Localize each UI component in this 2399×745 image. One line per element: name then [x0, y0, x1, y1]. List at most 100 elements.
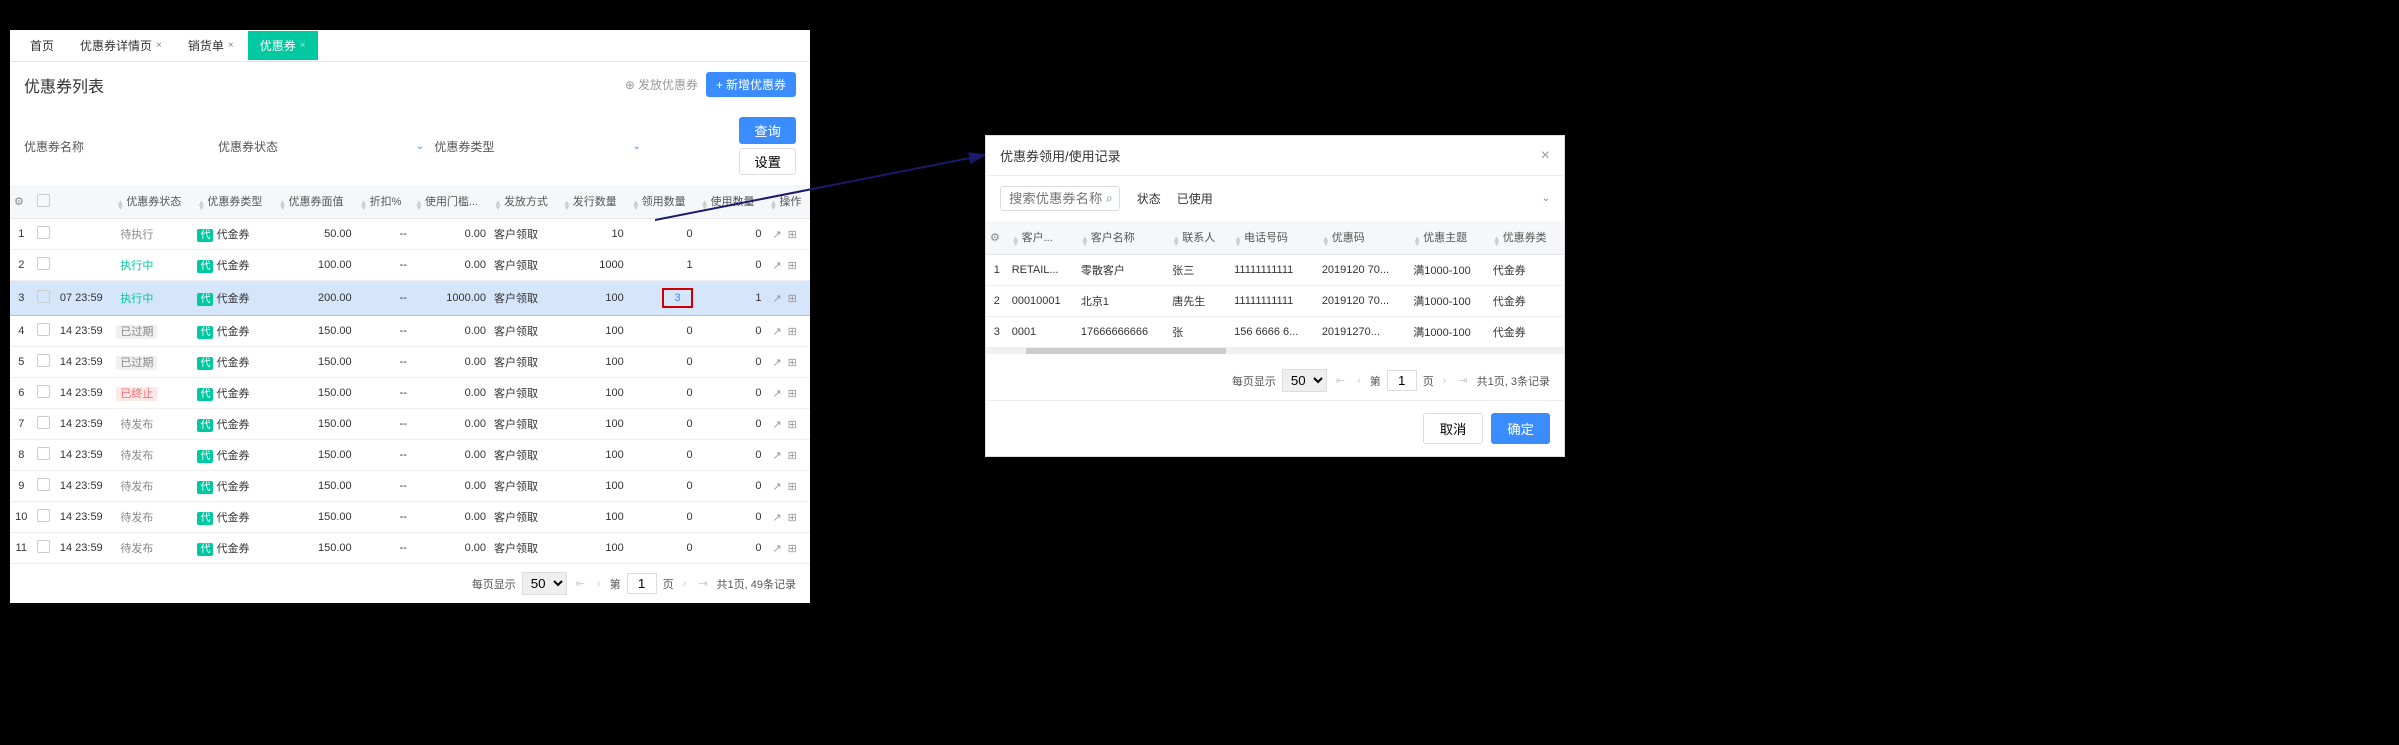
row-checkbox[interactable]	[37, 354, 50, 367]
claimed[interactable]: 0	[628, 316, 697, 347]
table-row[interactable]: 10 14 23:59 待发布 代代金券 150.00 -- 0.00 客户领取…	[10, 502, 810, 533]
page-prev-icon[interactable]: ‹	[1354, 375, 1364, 387]
column-header[interactable]	[33, 185, 56, 219]
sort-icon[interactable]: ▲▼	[1234, 236, 1242, 246]
table-row[interactable]: 5 14 23:59 已过期 代代金券 150.00 -- 0.00 客户领取 …	[10, 347, 810, 378]
table-row[interactable]: 6 14 23:59 已终止 代代金券 150.00 -- 0.00 客户领取 …	[10, 378, 810, 409]
distribute-coupon-link[interactable]: ⊕ 发放优惠券	[625, 76, 698, 93]
qr-icon[interactable]: ⊞	[788, 326, 797, 338]
table-row[interactable]: 7 14 23:59 待发布 代代金券 150.00 -- 0.00 客户领取 …	[10, 409, 810, 440]
page-input[interactable]	[627, 573, 657, 594]
column-header[interactable]	[56, 185, 113, 219]
column-header[interactable]: ▲▼优惠券状态	[112, 185, 193, 219]
sort-icon[interactable]: ▲▼	[197, 200, 205, 210]
cancel-button[interactable]: 取消	[1423, 413, 1484, 444]
settings-button[interactable]: 设置	[739, 148, 796, 175]
column-header[interactable]: ⚙	[10, 185, 33, 219]
sort-icon[interactable]: ▲▼	[415, 200, 423, 210]
column-header[interactable]: ▲▼使用数量	[697, 185, 766, 219]
share-icon[interactable]: ↗	[772, 293, 781, 305]
qr-icon[interactable]: ⊞	[788, 260, 797, 272]
modal-search-input[interactable]	[1000, 186, 1120, 211]
column-header[interactable]: ▲▼客户名称	[1077, 221, 1168, 255]
row-checkbox[interactable]	[37, 257, 50, 270]
claimed[interactable]: 0	[628, 502, 697, 533]
qr-icon[interactable]: ⊞	[788, 481, 797, 493]
row-checkbox[interactable]	[37, 323, 50, 336]
claimed-highlight[interactable]: 3	[662, 288, 692, 308]
column-header[interactable]: ⚙	[986, 221, 1008, 255]
page-input[interactable]	[1387, 370, 1417, 391]
sort-icon[interactable]: ▲▼	[279, 200, 287, 210]
sort-icon[interactable]: ▲▼	[1322, 236, 1330, 246]
table-row[interactable]: 11 14 23:59 待发布 代代金券 150.00 -- 0.00 客户领取…	[10, 533, 810, 564]
sort-icon[interactable]: ▲▼	[1172, 236, 1180, 246]
tab-close-icon[interactable]: ×	[156, 40, 162, 51]
tab-item[interactable]: 优惠券×	[248, 31, 318, 60]
row-checkbox[interactable]	[37, 509, 50, 522]
share-icon[interactable]: ↗	[772, 388, 781, 400]
page-last-icon[interactable]: ⇥	[695, 577, 710, 590]
page-next-icon[interactable]: ›	[680, 578, 690, 590]
page-first-icon[interactable]: ⇤	[1333, 374, 1348, 387]
sort-icon[interactable]: ▲▼	[701, 200, 709, 210]
per-page-select[interactable]: 50	[1282, 369, 1327, 392]
share-icon[interactable]: ↗	[772, 481, 781, 493]
column-header[interactable]: ▲▼联系人	[1168, 221, 1230, 255]
add-coupon-button[interactable]: 新增优惠券	[706, 72, 796, 97]
claimed[interactable]: 0	[628, 409, 697, 440]
gear-icon[interactable]: ⚙	[14, 196, 24, 208]
row-checkbox[interactable]	[37, 540, 50, 553]
qr-icon[interactable]: ⊞	[788, 229, 797, 241]
share-icon[interactable]: ↗	[772, 419, 781, 431]
row-checkbox[interactable]	[37, 385, 50, 398]
tab-close-icon[interactable]: ×	[228, 40, 234, 51]
sort-icon[interactable]: ▲▼	[360, 200, 368, 210]
per-page-select[interactable]: 50	[522, 572, 567, 595]
qr-icon[interactable]: ⊞	[788, 357, 797, 369]
column-header[interactable]: ▲▼优惠券类型	[193, 185, 274, 219]
sort-icon[interactable]: ▲▼	[563, 200, 571, 210]
share-icon[interactable]: ↗	[772, 229, 781, 241]
row-checkbox[interactable]	[37, 478, 50, 491]
filter-type-select[interactable]	[498, 143, 628, 149]
claimed[interactable]: 1	[628, 250, 697, 281]
sort-icon[interactable]: ▲▼	[769, 200, 777, 210]
sort-icon[interactable]: ▲▼	[1081, 236, 1089, 246]
confirm-button[interactable]: 确定	[1491, 413, 1550, 444]
claimed[interactable]: 0	[628, 219, 697, 250]
row-checkbox[interactable]	[37, 447, 50, 460]
claimed[interactable]: 0	[628, 440, 697, 471]
page-last-icon[interactable]: ⇥	[1455, 374, 1470, 387]
table-row[interactable]: 3 0001 17666666666 张 156 6666 6... 20191…	[986, 317, 1564, 348]
table-row[interactable]: 3 07 23:59 执行中 代代金券 200.00 -- 1000.00 客户…	[10, 281, 810, 316]
column-header[interactable]: ▲▼电话号码	[1230, 221, 1318, 255]
claimed[interactable]: 0	[628, 347, 697, 378]
column-header[interactable]: ▲▼优惠券类	[1489, 221, 1564, 255]
sort-icon[interactable]: ▲▼	[632, 200, 640, 210]
claimed[interactable]: 3	[628, 281, 697, 316]
filter-status-select[interactable]	[282, 143, 412, 149]
search-button[interactable]: 查询	[739, 117, 796, 144]
page-next-icon[interactable]: ›	[1440, 375, 1450, 387]
tab-item[interactable]: 销货单×	[176, 31, 246, 60]
column-header[interactable]: ▲▼发放方式	[490, 185, 559, 219]
column-header[interactable]: ▲▼客户...	[1008, 221, 1077, 255]
sort-icon[interactable]: ▲▼	[494, 200, 502, 210]
page-prev-icon[interactable]: ‹	[594, 578, 604, 590]
qr-icon[interactable]: ⊞	[788, 450, 797, 462]
search-icon[interactable]: ⌕	[1106, 191, 1113, 206]
column-header[interactable]: ▲▼折扣%	[356, 185, 411, 219]
share-icon[interactable]: ↗	[772, 450, 781, 462]
claimed[interactable]: 0	[628, 471, 697, 502]
checkbox-all[interactable]	[37, 194, 50, 207]
close-icon[interactable]: ×	[1541, 147, 1550, 165]
sort-icon[interactable]: ▲▼	[1493, 236, 1501, 246]
horizontal-scrollbar[interactable]	[986, 348, 1564, 354]
table-row[interactable]: 8 14 23:59 待发布 代代金券 150.00 -- 0.00 客户领取 …	[10, 440, 810, 471]
claimed[interactable]: 0	[628, 378, 697, 409]
sort-icon[interactable]: ▲▼	[116, 200, 124, 210]
column-header[interactable]: ▲▼领用数量	[628, 185, 697, 219]
table-row[interactable]: 9 14 23:59 待发布 代代金券 150.00 -- 0.00 客户领取 …	[10, 471, 810, 502]
column-header[interactable]: ▲▼使用门槛...	[411, 185, 490, 219]
